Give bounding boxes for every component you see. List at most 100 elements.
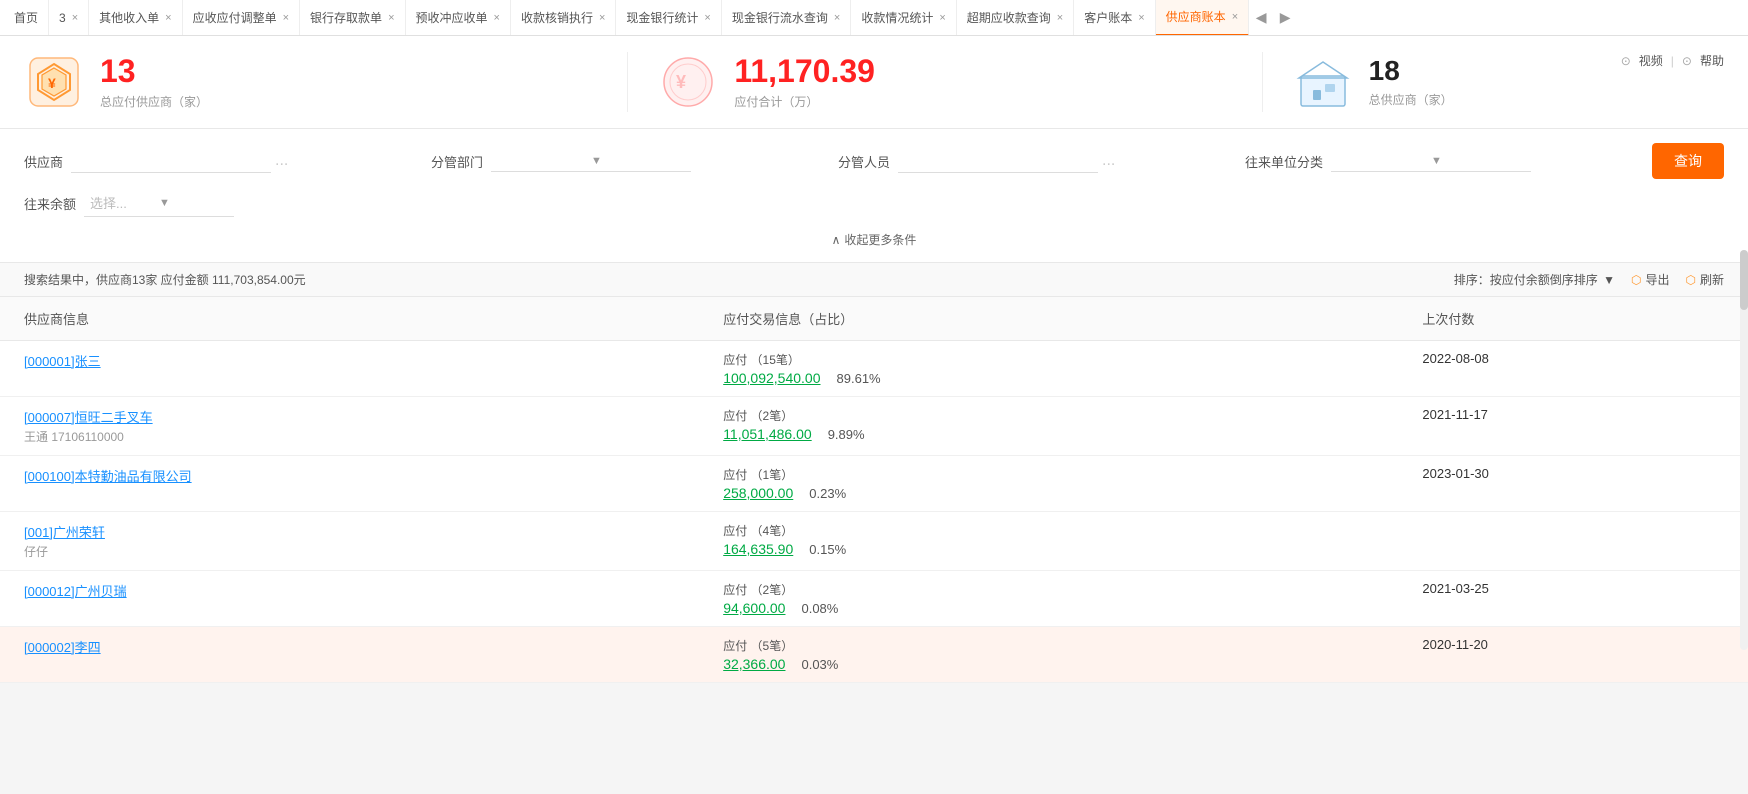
balance-filter-label: 往来余额 <box>24 194 76 213</box>
tx-percent-value: 89.61% <box>837 371 881 386</box>
supplier-search-dots[interactable]: ... <box>275 152 288 170</box>
nav-tab-collection-verify[interactable]: 收款核销执行 × <box>511 0 616 36</box>
nav-tab-bank-deposit[interactable]: 银行存取款单 × <box>300 0 405 36</box>
tx-type-label: 应付 （4笔） <box>723 522 1374 539</box>
nav-tab-3[interactable]: 3 × <box>49 0 89 36</box>
summary-text-payable-suppliers: 13 总应付供应商（家） <box>100 54 208 110</box>
scrollbar-track[interactable] <box>1740 250 1748 650</box>
divider: | <box>1671 54 1674 68</box>
tx-info-cell: 应付 （15笔）100,092,540.0089.61% <box>699 341 1398 397</box>
nav-tab-other-income[interactable]: 其他收入单 × <box>89 0 182 36</box>
col-header-last-pay: 上次付数 <box>1398 297 1748 341</box>
table-row: [000012]广州贝瑞应付 （2笔）94,600.000.08%2021-03… <box>0 571 1748 627</box>
supplier-name-link[interactable]: [000001]张三 <box>24 354 101 369</box>
export-button[interactable]: ⬡ 导出 <box>1631 271 1670 288</box>
tx-info-cell: 应付 （5笔）32,366.000.03% <box>699 627 1398 683</box>
query-button[interactable]: 查询 <box>1652 143 1724 179</box>
close-icon[interactable]: × <box>1057 12 1063 24</box>
last-pay-date-cell: 2020-11-20 <box>1398 627 1748 683</box>
result-bar: 搜索结果中，供应商13家 应付金额 111,703,854.00元 排序：按应付… <box>0 263 1748 297</box>
close-icon[interactable]: × <box>599 12 605 24</box>
table-row: [000007]恒旺二手叉车王通 17106110000 应付 （2笔） 11,05… <box>0 397 1748 456</box>
collapse-label: 收起更多条件 <box>844 231 916 248</box>
close-icon[interactable]: × <box>939 12 945 24</box>
supplier-name-link[interactable]: [000007]恒旺二手叉车 <box>24 410 153 425</box>
supplier-name-link[interactable]: [000012]广州贝瑞 <box>24 584 127 599</box>
video-link[interactable]: 视频 <box>1639 52 1663 69</box>
nav-tab-ar-ap-adjust[interactable]: 应收应付调整单 × <box>183 0 300 36</box>
tx-percent-value: 0.15% <box>809 542 846 557</box>
tx-type-label: 应付 （2笔） <box>723 407 1374 424</box>
supplier-name-link[interactable]: [000100]本特勤油品有限公司 <box>24 469 192 484</box>
close-icon[interactable]: × <box>494 12 500 24</box>
refresh-icon: ⬡ <box>1686 273 1696 287</box>
nav-tab-prepay-offset[interactable]: 预收冲应收单 × <box>406 0 511 36</box>
nav-prev-arrow[interactable]: ◀ <box>1249 0 1273 36</box>
balance-filter-select[interactable]: 选择... ▼ <box>84 189 234 217</box>
filter-supplier: 供应商 ... <box>24 149 411 173</box>
summary-bar: ¥ 13 总应付供应商（家） ¥ 11,170.39 应付合计（万） <box>0 36 1748 129</box>
tx-type-label: 应付 （1笔） <box>723 466 1374 483</box>
supplier-icon: ¥ <box>24 52 84 112</box>
top-right-links: ⊙ 视频 | ⊙ 帮助 <box>1621 52 1724 69</box>
supplier-info-cell: [000007]恒旺二手叉车王通 17106110000 <box>0 397 699 456</box>
shop-icon <box>1293 52 1353 112</box>
tx-amount-link[interactable]: 100,092,540.00 <box>723 370 820 386</box>
collapse-icon: ∧ <box>832 233 841 247</box>
supplier-name-link[interactable]: [001]广州荣轩 <box>24 525 105 540</box>
nav-tab-customer-ledger[interactable]: 客户账本 × <box>1074 0 1155 36</box>
result-summary: 搜索结果中，供应商13家 应付金额 111,703,854.00元 <box>24 271 306 288</box>
close-icon[interactable]: × <box>388 12 394 24</box>
nav-tab-overdue-query[interactable]: 超期应收款查询 × <box>957 0 1074 36</box>
nav-tab-collection-stat[interactable]: 收款情况统计 × <box>851 0 956 36</box>
supplier-sub-info: 仔仔 <box>24 543 675 560</box>
tx-amount-link[interactable]: 11,051,486.00 <box>723 426 812 442</box>
help-link[interactable]: 帮助 <box>1700 52 1724 69</box>
tx-amount-link[interactable]: 164,635.90 <box>723 541 793 557</box>
category-filter-select[interactable]: ▼ <box>1331 151 1531 172</box>
supplier-info-cell: [001]广州荣轩仔仔 <box>0 512 699 571</box>
dept-filter-select[interactable]: ▼ <box>491 151 691 172</box>
person-filter-input[interactable] <box>898 149 1098 173</box>
nav-tab-cash-bank-stat[interactable]: 现金银行统计 × <box>616 0 721 36</box>
table-row: [001]广州荣轩仔仔 应付 （4笔） 164,635.90 0.15% <box>0 512 1748 571</box>
filter-row-2: 往来余额 选择... ▼ <box>24 189 1724 217</box>
nav-tab-supplier-ledger[interactable]: 供应商账本 × <box>1156 0 1249 36</box>
supplier-info-cell: [000012]广州贝瑞 <box>0 571 699 627</box>
last-pay-date-cell <box>1398 512 1748 571</box>
filter-row-1: 供应商 ... 分管部门 ▼ 分管人员 ... 往来单位分类 ▼ 查询 <box>24 143 1724 179</box>
supplier-sub-info: 王通 17106110000 <box>24 428 675 445</box>
last-pay-date-cell: 2021-11-17 <box>1398 397 1748 456</box>
nav-tab-home[interactable]: 首页 <box>4 0 49 36</box>
table-row: [000002]李四 应付 （5笔）32,366.000.03%2020-11-2… <box>0 627 1748 683</box>
tx-amount-link[interactable]: 258,000.00 <box>723 485 793 501</box>
nav-next-arrow[interactable]: ▶ <box>1273 0 1297 36</box>
top-nav: 首页 3 × 其他收入单 × 应收应付调整单 × 银行存取款单 × 预收冲应收单… <box>0 0 1748 36</box>
nav-tab-cash-bank-flow[interactable]: 现金银行流水查询 × <box>722 0 851 36</box>
close-icon[interactable]: × <box>1138 12 1144 24</box>
svg-text:¥: ¥ <box>676 72 686 92</box>
person-filter-label: 分管人员 <box>838 152 890 171</box>
person-search-dots[interactable]: ... <box>1102 152 1115 170</box>
summary-text-total-payable: 11,170.39 应付合计（万） <box>734 54 875 110</box>
close-icon[interactable]: × <box>1232 11 1238 23</box>
close-icon[interactable]: × <box>165 12 171 24</box>
sort-label: 排序：按应付余额倒序排序 ▼ <box>1454 271 1615 288</box>
circle-icon: ⊙ <box>1621 54 1631 68</box>
supplier-filter-input[interactable] <box>71 149 271 173</box>
tx-info-cell: 应付 （2笔）94,600.000.08% <box>699 571 1398 627</box>
close-icon[interactable]: × <box>704 12 710 24</box>
dept-filter-label: 分管部门 <box>431 152 483 171</box>
refresh-button[interactable]: ⬡ 刷新 <box>1686 271 1725 288</box>
tx-percent-value: 9.89% <box>828 427 865 442</box>
tx-amount-link[interactable]: 94,600.00 <box>723 600 785 616</box>
close-icon[interactable]: × <box>283 12 289 24</box>
supplier-info-cell: [000001]张三 <box>0 341 699 397</box>
close-icon[interactable]: × <box>72 12 78 24</box>
scrollbar-thumb[interactable] <box>1740 250 1748 310</box>
tx-amount-link[interactable]: 32,366.00 <box>723 656 785 672</box>
filter-balance: 往来余额 选择... ▼ <box>24 189 324 217</box>
supplier-name-link[interactable]: [000002]李四 <box>24 640 101 655</box>
collapse-filter-button[interactable]: ∧ 收起更多条件 <box>832 227 917 252</box>
close-icon[interactable]: × <box>834 12 840 24</box>
